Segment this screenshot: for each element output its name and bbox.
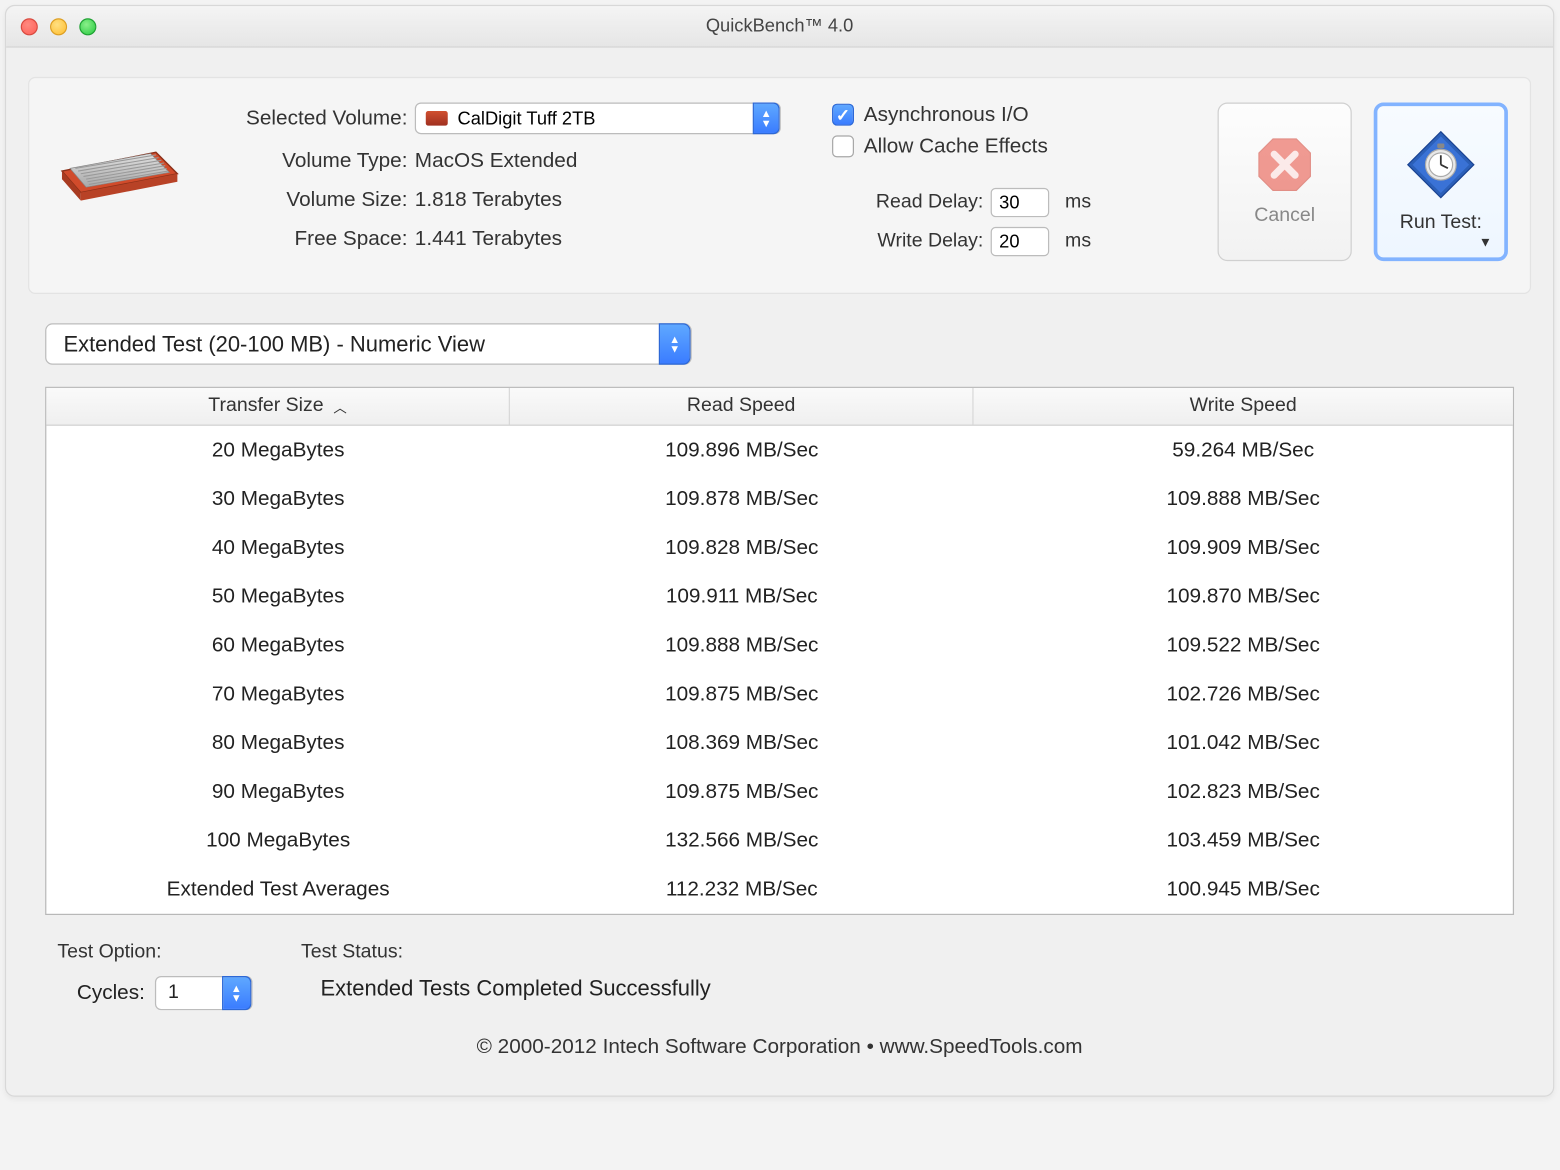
bottom-row: Test Option: Cycles: 1 ▲▼ Test Status: E… (57, 942, 1501, 1010)
table-cell: 100 MegaBytes (46, 816, 510, 865)
write-delay-label: Write Delay: (837, 231, 983, 253)
test-status-text: Extended Tests Completed Successfully (301, 976, 1502, 1002)
table-cell: 109.875 MB/Sec (510, 767, 974, 816)
view-mode-select[interactable]: Extended Test (20-100 MB) - Numeric View… (45, 323, 692, 364)
table-row: 90 MegaBytes109.875 MB/Sec102.823 MB/Sec (46, 767, 1512, 816)
results-table: Transfer Size ︿ Read Speed Write Speed 2… (45, 387, 1514, 915)
table-row: Extended Test Averages112.232 MB/Sec100.… (46, 865, 1512, 914)
cache-effects-label: Allow Cache Effects (864, 134, 1048, 158)
run-test-button-label: Run Test: (1400, 212, 1482, 234)
table-header: Transfer Size ︿ Read Speed Write Speed (46, 388, 1512, 426)
sort-ascending-icon: ︿ (333, 398, 346, 418)
table-row: 80 MegaBytes108.369 MB/Sec101.042 MB/Sec (46, 719, 1512, 768)
col-write-speed[interactable]: Write Speed (974, 388, 1513, 425)
table-cell: 20 MegaBytes (46, 426, 510, 475)
table-row: 60 MegaBytes109.888 MB/Sec109.522 MB/Sec (46, 621, 1512, 670)
ms-unit: ms (1065, 192, 1102, 214)
select-arrows-icon: ▲▼ (222, 976, 251, 1010)
write-delay-input[interactable] (991, 227, 1050, 256)
async-io-checkbox[interactable]: ✓ (832, 104, 854, 126)
ms-unit: ms (1065, 231, 1102, 253)
table-cell: 109.888 MB/Sec (974, 475, 1513, 524)
titlebar: QuickBench™ 4.0 (6, 6, 1553, 47)
read-delay-input[interactable] (991, 188, 1050, 217)
top-panel: Selected Volume: CalDigit Tuff 2TB ▲▼ Vo… (28, 77, 1531, 294)
run-test-button[interactable]: Run Test: ▼ (1374, 102, 1508, 261)
read-delay-label: Read Delay: (837, 192, 983, 214)
table-cell: 59.264 MB/Sec (974, 426, 1513, 475)
table-row: 40 MegaBytes109.828 MB/Sec109.909 MB/Sec (46, 523, 1512, 572)
table-cell: 109.878 MB/Sec (510, 475, 974, 524)
cancel-icon (1257, 137, 1313, 193)
cancel-button[interactable]: Cancel (1218, 102, 1352, 261)
async-io-label: Asynchronous I/O (864, 102, 1029, 126)
table-row: 100 MegaBytes132.566 MB/Sec103.459 MB/Se… (46, 816, 1512, 865)
cycles-value: 1 (168, 982, 179, 1004)
window-title: QuickBench™ 4.0 (706, 16, 854, 37)
test-option-label: Test Option: (57, 942, 252, 964)
select-arrows-icon: ▲▼ (659, 323, 691, 364)
table-row: 70 MegaBytes109.875 MB/Sec102.726 MB/Sec (46, 670, 1512, 719)
table-cell: 30 MegaBytes (46, 475, 510, 524)
table-cell: 90 MegaBytes (46, 767, 510, 816)
table-cell: 109.911 MB/Sec (510, 572, 974, 621)
close-window-button[interactable] (21, 18, 38, 35)
window-controls (21, 18, 97, 35)
table-cell: 102.726 MB/Sec (974, 670, 1513, 719)
minimize-window-button[interactable] (50, 18, 67, 35)
table-cell: 50 MegaBytes (46, 572, 510, 621)
table-cell: 108.369 MB/Sec (510, 719, 974, 768)
table-cell: 80 MegaBytes (46, 719, 510, 768)
free-space-value: 1.441 Terabytes (415, 227, 781, 251)
cycles-select[interactable]: 1 ▲▼ (155, 976, 253, 1010)
table-cell: 40 MegaBytes (46, 523, 510, 572)
cache-effects-checkbox[interactable] (832, 135, 854, 157)
drive-mini-icon (426, 111, 448, 126)
table-cell: 70 MegaBytes (46, 670, 510, 719)
volume-select[interactable]: CalDigit Tuff 2TB ▲▼ (415, 102, 781, 134)
test-status-label: Test Status: (301, 942, 1502, 964)
table-cell: 109.909 MB/Sec (974, 523, 1513, 572)
table-cell: 109.522 MB/Sec (974, 621, 1513, 670)
table-row: 20 MegaBytes109.896 MB/Sec59.264 MB/Sec (46, 426, 1512, 475)
table-cell: 112.232 MB/Sec (510, 865, 974, 914)
table-row: 50 MegaBytes109.911 MB/Sec109.870 MB/Sec (46, 572, 1512, 621)
table-cell: 60 MegaBytes (46, 621, 510, 670)
table-cell: 102.823 MB/Sec (974, 767, 1513, 816)
table-cell: Extended Test Averages (46, 865, 510, 914)
table-cell: 109.888 MB/Sec (510, 621, 974, 670)
volume-size-value: 1.818 Terabytes (415, 188, 781, 212)
run-test-icon (1405, 129, 1476, 200)
col-read-speed[interactable]: Read Speed (510, 388, 974, 425)
cycles-label: Cycles: (77, 981, 145, 1005)
table-cell: 101.042 MB/Sec (974, 719, 1513, 768)
table-cell: 103.459 MB/Sec (974, 816, 1513, 865)
app-window: QuickBench™ 4.0 (5, 5, 1554, 1097)
content: Selected Volume: CalDigit Tuff 2TB ▲▼ Vo… (6, 48, 1553, 1096)
footer-text: © 2000-2012 Intech Software Corporation … (28, 1035, 1531, 1059)
volume-info: Selected Volume: CalDigit Tuff 2TB ▲▼ Vo… (207, 102, 780, 251)
table-cell: 109.896 MB/Sec (510, 426, 974, 475)
table-cell: 109.828 MB/Sec (510, 523, 974, 572)
table-cell: 100.945 MB/Sec (974, 865, 1513, 914)
table-row: 30 MegaBytes109.878 MB/Sec109.888 MB/Sec (46, 475, 1512, 524)
options-column: ✓ Asynchronous I/O Allow Cache Effects R… (832, 102, 1107, 263)
dropdown-indicator-icon: ▼ (1479, 235, 1492, 250)
table-cell: 109.870 MB/Sec (974, 572, 1513, 621)
volume-type-value: MacOS Extended (415, 149, 781, 173)
drive-icon (51, 102, 185, 208)
volume-select-value: CalDigit Tuff 2TB (458, 108, 596, 129)
table-cell: 109.875 MB/Sec (510, 670, 974, 719)
col-transfer-size[interactable]: Transfer Size ︿ (46, 388, 510, 425)
table-cell: 132.566 MB/Sec (510, 816, 974, 865)
select-arrows-icon: ▲▼ (753, 102, 780, 134)
volume-type-label: Volume Type: (207, 149, 414, 173)
free-space-label: Free Space: (207, 227, 414, 251)
selected-volume-label: Selected Volume: (207, 106, 414, 130)
view-mode-value: Extended Test (20-100 MB) - Numeric View (63, 331, 484, 357)
zoom-window-button[interactable] (79, 18, 96, 35)
cancel-button-label: Cancel (1254, 205, 1315, 227)
volume-size-label: Volume Size: (207, 188, 414, 212)
